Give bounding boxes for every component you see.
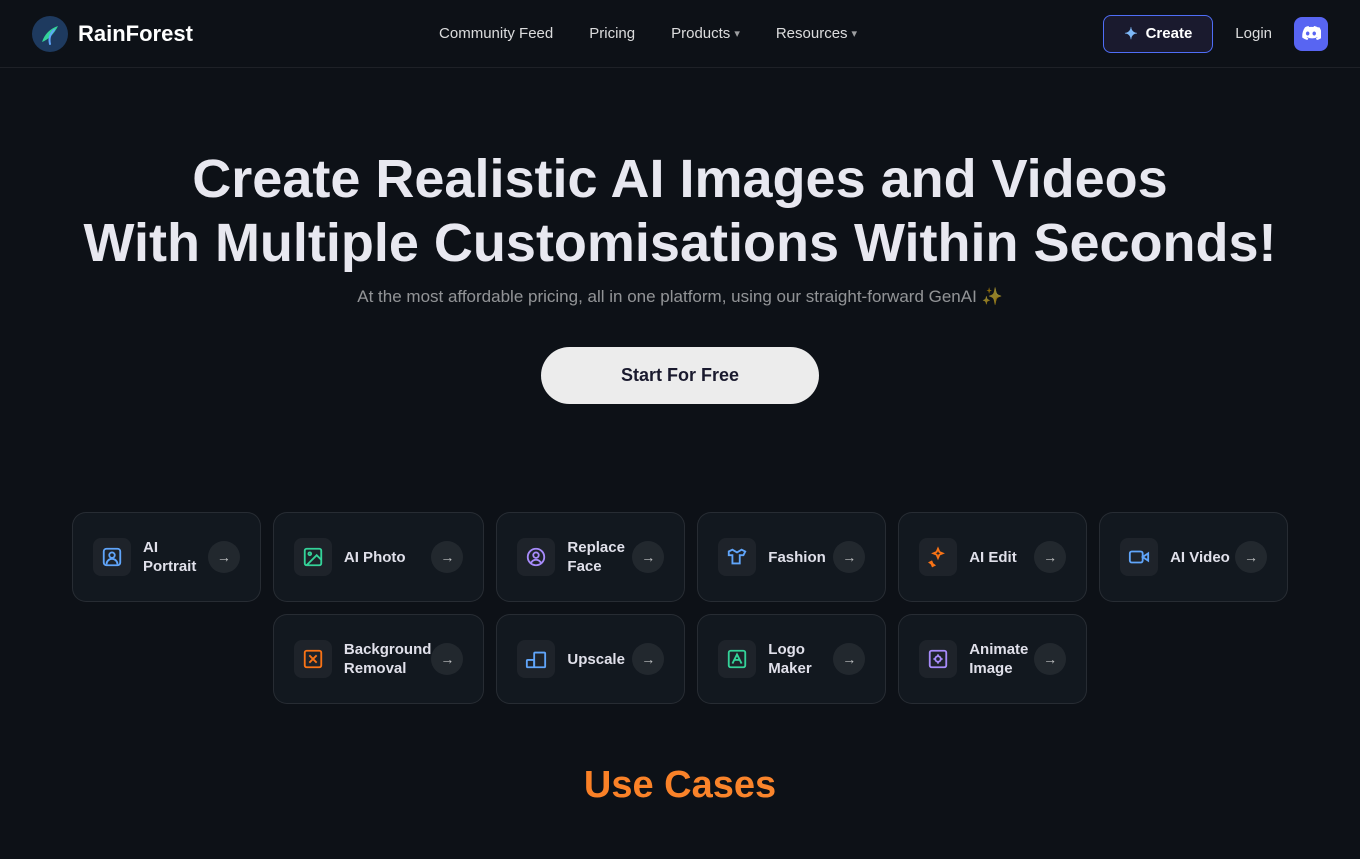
feature-label-upscale: Upscale [567, 650, 625, 670]
nav-links: Community Feed Pricing Products ▾ Resour… [425, 19, 871, 48]
logo-maker-icon [718, 640, 756, 678]
upscale-icon [517, 640, 555, 678]
hero-subtitle: At the most affordable pricing, all in o… [20, 287, 1340, 307]
products-chevron: ▾ [734, 27, 740, 40]
ai-photo-arrow[interactable]: → [431, 541, 463, 573]
feature-label-fashion: Fashion [768, 548, 826, 568]
ai-photo-icon [294, 538, 332, 576]
feature-card-fashion[interactable]: Fashion → [697, 512, 886, 602]
resources-chevron: ▾ [852, 27, 858, 40]
feature-card-bg-removal[interactable]: Background Removal → [273, 614, 485, 704]
ai-edit-icon [919, 538, 957, 576]
logo-maker-arrow[interactable]: → [833, 643, 865, 675]
nav-pricing[interactable]: Pricing [575, 19, 649, 48]
feature-card-replace-face[interactable]: Replace Face → [496, 512, 685, 602]
use-cases-section: Use Cases [0, 704, 1360, 827]
ai-video-icon [1120, 538, 1158, 576]
fashion-icon [718, 538, 756, 576]
logo-text: RainForest [78, 21, 193, 47]
feature-label-logo-maker: Logo Maker [768, 640, 833, 679]
navbar: RainForest Community Feed Pricing Produc… [0, 0, 1360, 68]
ai-portrait-arrow[interactable]: → [208, 541, 240, 573]
login-button[interactable]: Login [1225, 19, 1282, 48]
feature-card-ai-video[interactable]: AI Video → [1099, 512, 1288, 602]
feature-card-ai-portrait[interactable]: AI Portrait → [72, 512, 261, 602]
feature-card-upscale[interactable]: Upscale → [496, 614, 685, 704]
hero-section: Create Realistic AI Images and Videos Wi… [0, 68, 1360, 464]
sparkle-icon: ✦ [1124, 24, 1137, 44]
animate-icon [919, 640, 957, 678]
start-for-free-button[interactable]: Start For Free [541, 347, 819, 404]
feature-card-ai-edit[interactable]: AI Edit → [898, 512, 1087, 602]
feature-card-ai-photo[interactable]: AI Photo → [273, 512, 485, 602]
hero-title: Create Realistic AI Images and Videos Wi… [20, 148, 1340, 275]
bg-removal-icon [294, 640, 332, 678]
feature-label-ai-portrait: AI Portrait [143, 538, 208, 577]
feature-label-replace-face: Replace Face [567, 538, 632, 577]
nav-products[interactable]: Products ▾ [657, 19, 754, 48]
logo-link[interactable]: RainForest [32, 16, 193, 52]
nav-right: ✦ Create Login [1103, 15, 1328, 53]
feature-label-animate: Animate Image [969, 640, 1034, 679]
ai-portrait-icon [93, 538, 131, 576]
animate-arrow[interactable]: → [1034, 643, 1066, 675]
fashion-arrow[interactable]: → [833, 541, 865, 573]
nav-resources[interactable]: Resources ▾ [762, 19, 871, 48]
create-button[interactable]: ✦ Create [1103, 15, 1213, 53]
feature-card-animate[interactable]: Animate Image → [898, 614, 1087, 704]
feature-label-ai-edit: AI Edit [969, 548, 1017, 568]
bg-removal-arrow[interactable]: → [431, 643, 463, 675]
ai-edit-arrow[interactable]: → [1034, 541, 1066, 573]
feature-label-ai-video: AI Video [1170, 548, 1230, 568]
feature-label-ai-photo: AI Photo [344, 548, 406, 568]
upscale-arrow[interactable]: → [632, 643, 664, 675]
nav-community-feed[interactable]: Community Feed [425, 19, 567, 48]
feature-card-logo-maker[interactable]: Logo Maker → [697, 614, 886, 704]
discord-icon[interactable] [1294, 17, 1328, 51]
use-cases-heading: Use Cases [20, 764, 1340, 807]
ai-video-arrow[interactable]: → [1235, 541, 1267, 573]
feature-label-bg-removal: Background Removal [344, 640, 432, 679]
feature-grid: AI Portrait → AI Photo → Replace Face → … [40, 512, 1320, 704]
replace-face-icon [517, 538, 555, 576]
replace-face-arrow[interactable]: → [632, 541, 664, 573]
